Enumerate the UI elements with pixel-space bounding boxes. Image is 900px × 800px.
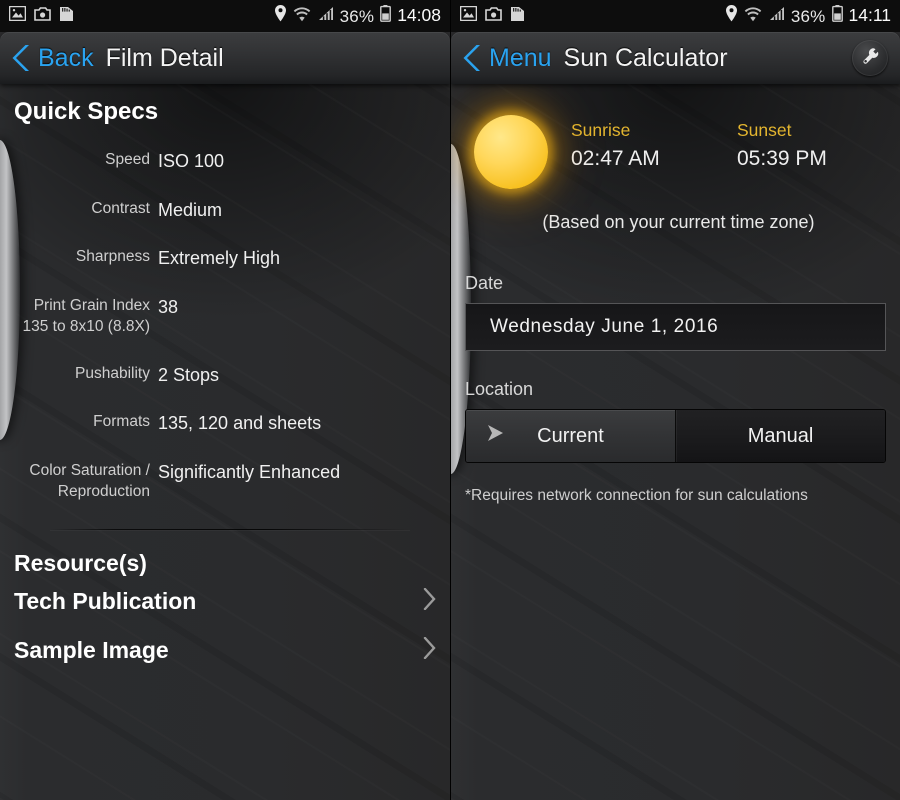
sun-icon-wrapper (451, 102, 571, 202)
spec-value: ISO 100 (158, 151, 225, 171)
image-icon (459, 5, 478, 26)
battery-icon (380, 5, 392, 27)
location-icon (274, 5, 287, 27)
spec-key-sublabel: Reproduction (57, 482, 150, 500)
sunrise-column: Sunrise 02:47 AM (571, 120, 737, 202)
status-bar-notifications (459, 5, 525, 27)
segment-current-label: Current (537, 424, 604, 447)
title-bar-left: Back Film Detail (0, 32, 450, 84)
spec-value: 38 (158, 296, 179, 317)
sunset-column: Sunset 05:39 PM (737, 120, 827, 202)
spec-key: Formats (93, 413, 150, 431)
spec-row: Formats 135, 120 and sheets (0, 412, 450, 435)
spec-row: Print Grain Index 135 to 8x10 (8.8X) 38 (0, 296, 450, 338)
sunrise-value: 02:47 AM (571, 147, 660, 170)
spec-row: Contrast Medium (0, 199, 450, 222)
spec-value: Significantly Enhanced (158, 461, 341, 482)
spec-row: Sharpness Extremely High (0, 247, 450, 270)
spec-key: Pushability (75, 364, 150, 382)
title-bar-right: Menu Sun Calculator (451, 32, 900, 84)
status-bar-right: 36% 14:11 (451, 0, 900, 32)
chevron-right-icon (423, 587, 436, 615)
back-chevron-icon[interactable] (463, 43, 483, 73)
date-label: Date (465, 273, 504, 293)
location-icon (725, 5, 738, 27)
sunrise-label: Sunrise (571, 120, 631, 140)
film-detail-screen: 36% 14:08 Back Film Detail Quick Specs S… (0, 0, 450, 800)
status-bar-indicators: 36% 14:11 (725, 5, 891, 27)
menu-button-label[interactable]: Menu (489, 44, 564, 73)
list-item-tech-publication[interactable]: Tech Publication (0, 577, 450, 626)
sunset-value: 05:39 PM (737, 147, 827, 170)
clock-label-right: 14:11 (848, 5, 892, 26)
spec-value: Extremely High (158, 248, 281, 269)
resources-heading: Resource(s) (14, 549, 147, 576)
sdcard-icon (510, 6, 525, 27)
sun-icon (474, 115, 548, 189)
spec-value: 135, 120 and sheets (158, 413, 322, 434)
spec-row: Speed ISO 100 (0, 150, 450, 173)
signal-icon (768, 6, 785, 27)
wifi-icon (744, 6, 762, 27)
page-title-right: Sun Calculator (563, 43, 728, 72)
spec-key: Sharpness (75, 248, 150, 266)
quick-specs-heading: Quick Specs (14, 98, 159, 125)
image-icon (8, 5, 27, 26)
segment-manual[interactable]: Manual (676, 410, 885, 462)
spec-key-sublabel: 135 to 8x10 (8.8X) (22, 317, 150, 335)
list-item-label: Tech Publication (14, 587, 197, 614)
sun-times: Sunrise 02:47 AM Sunset 05:39 PM (571, 102, 900, 202)
spec-row: Color Saturation / Reproduction Signific… (0, 461, 450, 503)
play-triangle-icon (484, 422, 506, 450)
wifi-icon (293, 6, 311, 27)
sun-calculator-page: Sunrise 02:47 AM Sunset 05:39 PM (Based … (451, 84, 900, 800)
film-detail-page: Quick Specs Speed ISO 100 Contrast Mediu… (0, 84, 450, 800)
page-title-left: Film Detail (105, 43, 224, 72)
back-chevron-icon[interactable] (12, 43, 32, 73)
battery-percent-label: 36% (790, 6, 826, 26)
chevron-right-icon (423, 636, 436, 664)
status-bar-left: 36% 14:08 (0, 0, 450, 32)
screenshot-icon (485, 6, 502, 27)
network-footnote: *Requires network connection for sun cal… (465, 487, 808, 504)
sun-calculator-screen: 36% 14:11 Menu Sun Calculator Sunrise 02… (450, 0, 900, 800)
spec-key: Color Saturation / Reproduction (0, 461, 158, 503)
segment-manual-label: Manual (747, 424, 814, 447)
spec-value: Medium (158, 199, 223, 220)
sunset-label: Sunset (737, 120, 792, 140)
battery-percent-label: 36% (339, 6, 375, 26)
back-button-label[interactable]: Back (38, 44, 106, 73)
segment-current[interactable]: Current (466, 410, 676, 462)
date-value: Wednesday June 1, 2016 (490, 316, 719, 337)
timezone-note: (Based on your current time zone) (542, 212, 815, 232)
spec-key: Print Grain Index 135 to 8x10 (8.8X) (0, 296, 158, 338)
spec-key: Speed (105, 151, 150, 168)
location-mode-segmented-control[interactable]: Current Manual (465, 409, 886, 463)
battery-icon (831, 5, 843, 27)
list-item-label: Sample Image (14, 636, 169, 663)
status-bar-notifications (8, 5, 74, 27)
spec-row: Pushability 2 Stops (0, 364, 450, 387)
settings-tool-button[interactable] (852, 40, 888, 76)
spec-key: Contrast (91, 199, 150, 217)
location-label: Location (465, 379, 534, 399)
wrench-icon (860, 46, 880, 71)
date-input[interactable]: Wednesday June 1, 2016 (465, 303, 886, 351)
list-item-sample-image[interactable]: Sample Image (0, 626, 450, 675)
sun-summary-block: Sunrise 02:47 AM Sunset 05:39 PM (451, 84, 900, 202)
status-bar-indicators: 36% 14:08 (274, 5, 441, 27)
signal-icon (317, 6, 334, 27)
quick-specs-list: Speed ISO 100 Contrast Medium Sharpness (0, 150, 450, 503)
clock-label-left: 14:08 (397, 5, 441, 26)
screenshot-icon (34, 6, 51, 27)
spec-value: 2 Stops (158, 364, 220, 385)
dual-screenshot-container: 36% 14:08 Back Film Detail Quick Specs S… (0, 0, 900, 800)
sdcard-icon (59, 6, 74, 27)
